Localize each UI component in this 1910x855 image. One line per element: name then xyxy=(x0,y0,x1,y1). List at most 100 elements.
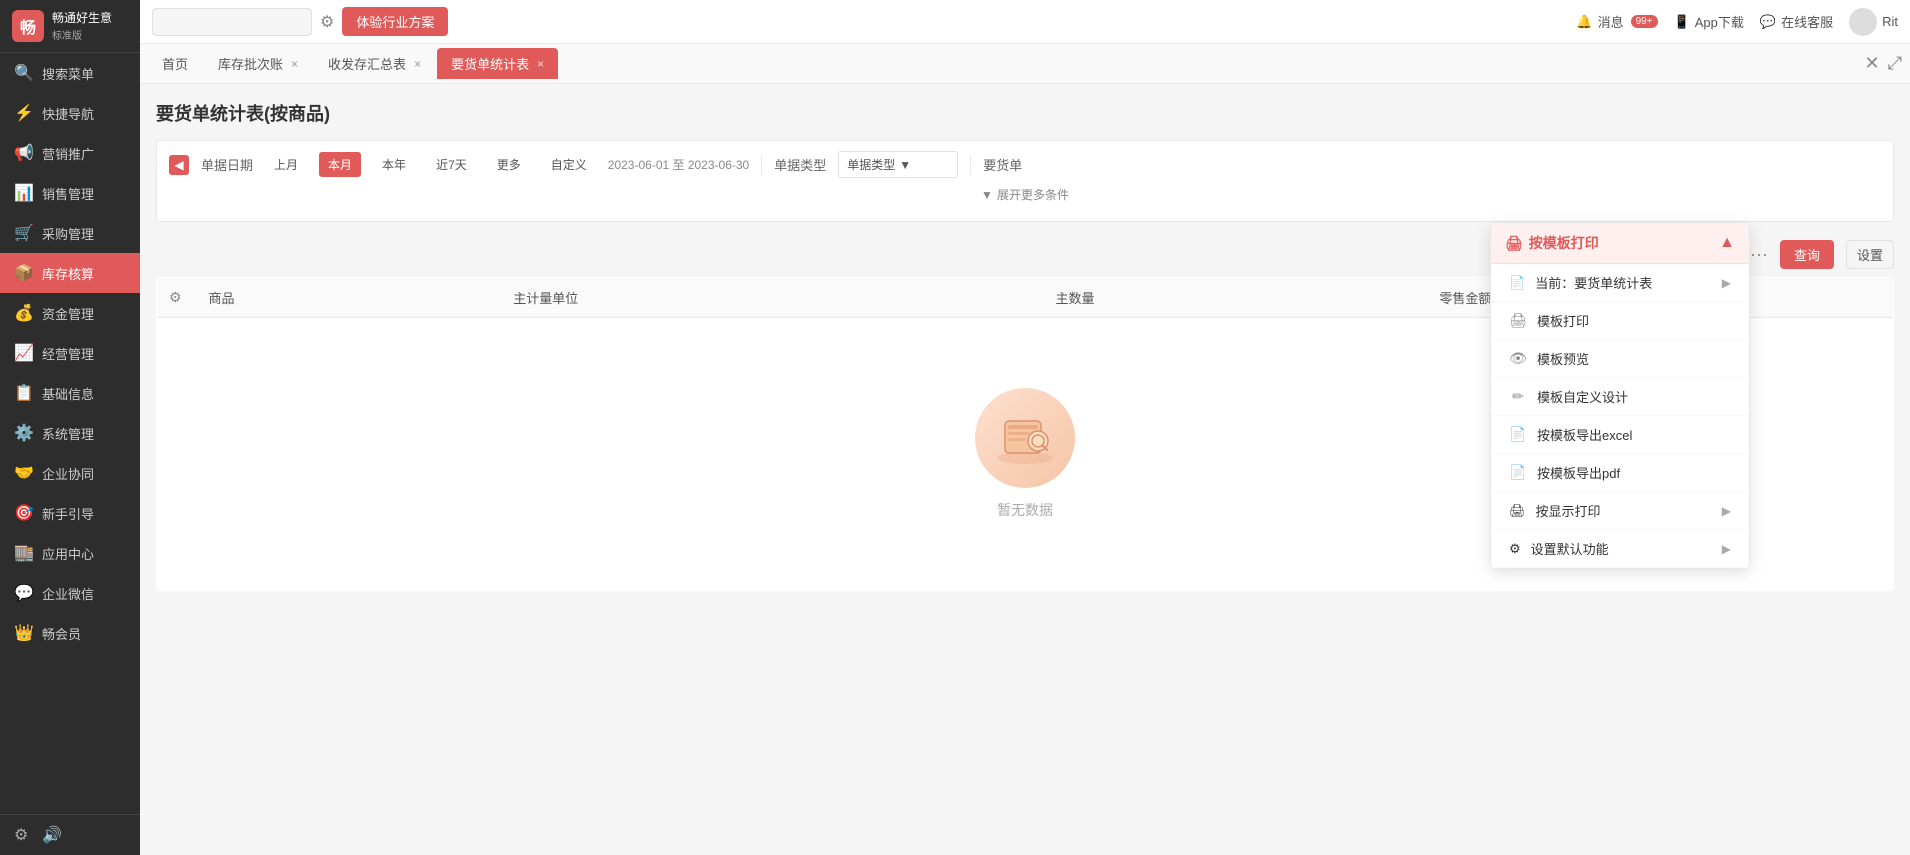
type-filter-select[interactable]: 单据类型 ▼ xyxy=(838,151,958,178)
sidebar-item-system[interactable]: ⚙️ 系统管理 xyxy=(0,413,140,453)
sidebar-item-appstore-label: 应用中心 xyxy=(42,544,94,563)
sidebar-item-marketing-label: 营销推广 xyxy=(42,144,94,163)
dropdown-current-item[interactable]: 📄 当前：要货单统计表 ▶ xyxy=(1491,264,1749,302)
date-btn-custom[interactable]: 自定义 xyxy=(542,152,596,177)
finance-icon: 💰 xyxy=(14,303,34,323)
query-btn[interactable]: 查询 xyxy=(1780,240,1834,269)
user-avatar xyxy=(1849,8,1877,36)
user-name: Rit xyxy=(1882,14,1898,29)
tab-collection-summary-close[interactable]: × xyxy=(414,57,421,71)
sidebar-item-search-label: 搜索菜单 xyxy=(42,64,94,83)
tab-inventory-batch-close[interactable]: × xyxy=(291,57,298,71)
type-select-arrow: ▼ xyxy=(899,158,911,172)
sidebar-item-quick-nav[interactable]: ⚡ 快捷导航 xyxy=(0,93,140,133)
dropdown-header: 🖨 按模板打印 ▲ xyxy=(1491,223,1749,264)
type-filter-label: 单据类型 xyxy=(774,155,826,174)
main-area: ⚙ 体验行业方案 🔔 消息 99+ 📱 App下载 💬 在线客服 Rit xyxy=(140,0,1910,855)
dropdown-item-template-print[interactable]: 🖨 模板打印 xyxy=(1491,302,1749,340)
tab-collection-summary[interactable]: 收发存汇总表 × xyxy=(314,48,435,79)
sidebar-item-guide[interactable]: 🎯 新手引导 xyxy=(0,493,140,533)
bell-icon: 🔔 xyxy=(1576,14,1592,30)
dropdown-item-template-preview[interactable]: 👁 模板预览 xyxy=(1491,340,1749,378)
sidebar-item-basic[interactable]: 📋 基础信息 xyxy=(0,373,140,413)
display-print-arrow: ▶ xyxy=(1722,504,1731,518)
trial-button[interactable]: 体验行业方案 xyxy=(342,7,448,36)
sidebar-item-marketing[interactable]: 📢 营销推广 xyxy=(0,133,140,173)
maximize-btn[interactable]: ⤢ xyxy=(1888,53,1902,74)
sidebar-item-search[interactable]: 🔍 搜索菜单 xyxy=(0,53,140,93)
sidebar-item-finance[interactable]: 💰 资金管理 xyxy=(0,293,140,333)
col-goods: 商品 xyxy=(197,278,502,318)
notifications-label: 消息 xyxy=(1598,12,1624,31)
settings-btn[interactable]: 设置 xyxy=(1846,240,1894,269)
enterprise-icon: 🤝 xyxy=(14,463,34,483)
sidebar-item-system-label: 系统管理 xyxy=(42,424,94,443)
expand-conditions-btn[interactable]: ▼ 展开更多条件 xyxy=(169,178,1881,211)
date-filter-label: 单据日期 xyxy=(201,155,253,174)
tab-order-stats-close[interactable]: × xyxy=(537,57,544,71)
current-template-icon: 📄 xyxy=(1509,275,1525,291)
dropdown-item-set-default[interactable]: ⚙ 设置默认功能 ▶ xyxy=(1491,530,1749,568)
page-title: 要货单统计表(按商品) xyxy=(156,100,1894,126)
more-options-btn[interactable]: ··· xyxy=(1750,244,1768,265)
current-expand-arrow: ▶ xyxy=(1722,276,1731,290)
dropdown-title: 按模板打印 xyxy=(1529,233,1599,253)
settings-footer-icon[interactable]: ⚙ xyxy=(14,825,28,845)
sidebar-item-operation[interactable]: 📈 经营管理 xyxy=(0,333,140,373)
quick-nav-icon: ⚡ xyxy=(14,103,34,123)
date-btn-last-month[interactable]: 上月 xyxy=(265,152,307,177)
topbar-gear-icon[interactable]: ⚙ xyxy=(320,12,334,32)
sidebar-item-guide-label: 新手引导 xyxy=(42,504,94,523)
tab-inventory-batch-label: 库存批次账 xyxy=(218,54,283,73)
template-print-icon: 🖨 xyxy=(1509,312,1527,329)
purchase-icon: 🛒 xyxy=(14,223,34,243)
sidebar-item-finance-label: 资金管理 xyxy=(42,304,94,323)
date-btn-more[interactable]: 更多 xyxy=(488,152,530,177)
sidebar-item-wechat[interactable]: 💬 企业微信 xyxy=(0,573,140,613)
empty-illustration xyxy=(975,388,1075,488)
topbar-search-input[interactable] xyxy=(152,8,312,36)
date-range-display: 2023-06-01 至 2023-06-30 xyxy=(608,156,749,173)
sidebar-item-sales[interactable]: 📊 销售管理 xyxy=(0,173,140,213)
marketing-icon: 📢 xyxy=(14,143,34,163)
sidebar-item-enterprise[interactable]: 🤝 企业协同 xyxy=(0,453,140,493)
tab-home[interactable]: 首页 xyxy=(148,48,202,79)
date-btn-7days[interactable]: 近7天 xyxy=(427,152,476,177)
tab-inventory-batch[interactable]: 库存批次账 × xyxy=(204,48,312,79)
online-service-btn[interactable]: 💬 在线客服 xyxy=(1760,12,1833,31)
sidebar-item-inventory[interactable]: 📦 库存核算 xyxy=(0,253,140,293)
tab-order-stats[interactable]: 要货单统计表 × xyxy=(437,48,558,79)
table-settings-icon[interactable]: ⚙ xyxy=(169,289,182,305)
expand-label: 展开更多条件 xyxy=(997,186,1069,203)
service-icon: 💬 xyxy=(1760,14,1776,30)
user-area[interactable]: Rit xyxy=(1849,8,1898,36)
filter-collapse-btn[interactable]: ◀ xyxy=(169,155,189,175)
dropdown-item-export-pdf[interactable]: 📄 按模板导出pdf xyxy=(1491,454,1749,492)
dropdown-collapse-btn[interactable]: ▲ xyxy=(1719,234,1735,252)
date-btn-current-year[interactable]: 本年 xyxy=(373,152,415,177)
sidebar-nav: 🔍 搜索菜单 ⚡ 快捷导航 📢 营销推广 📊 销售管理 🛒 采购管理 📦 库存核… xyxy=(0,53,140,814)
display-print-icon: 🖨 xyxy=(1509,503,1526,519)
sidebar-item-quick-nav-label: 快捷导航 xyxy=(42,104,94,123)
system-icon: ⚙️ xyxy=(14,423,34,443)
sidebar: 畅 畅通好生意 标准版 🔍 搜索菜单 ⚡ 快捷导航 📢 营销推广 📊 销售管理 … xyxy=(0,0,140,855)
close-tab-btn[interactable]: ✕ xyxy=(1865,53,1880,74)
appstore-icon: 🏬 xyxy=(14,543,34,563)
sidebar-footer: ⚙ 🔊 xyxy=(0,814,140,855)
content-area: 要货单统计表(按商品) ◀ 单据日期 上月 本月 本年 近7天 更多 自定义 2… xyxy=(140,84,1910,855)
dropdown-item-template-design[interactable]: ✏ 模板自定义设计 xyxy=(1491,378,1749,416)
sidebar-item-purchase[interactable]: 🛒 采购管理 xyxy=(0,213,140,253)
dropdown-item-export-excel[interactable]: 📄 按模板导出excel xyxy=(1491,416,1749,454)
app-download-btn[interactable]: 📱 App下载 xyxy=(1674,12,1744,31)
notifications-btn[interactable]: 🔔 消息 99+ xyxy=(1576,12,1657,31)
audio-footer-icon[interactable]: 🔊 xyxy=(42,825,62,845)
notification-badge: 99+ xyxy=(1631,15,1658,28)
current-template-label: 当前：要货单统计表 xyxy=(1535,273,1652,292)
member-icon: 👑 xyxy=(14,623,34,643)
dropdown-item-display-print[interactable]: 🖨 按显示打印 ▶ xyxy=(1491,492,1749,530)
sidebar-item-member[interactable]: 👑 畅会员 xyxy=(0,613,140,653)
sidebar-item-appstore[interactable]: 🏬 应用中心 xyxy=(0,533,140,573)
phone-icon: 📱 xyxy=(1674,14,1690,30)
date-btn-current-month[interactable]: 本月 xyxy=(319,152,361,177)
basic-icon: 📋 xyxy=(14,383,34,403)
